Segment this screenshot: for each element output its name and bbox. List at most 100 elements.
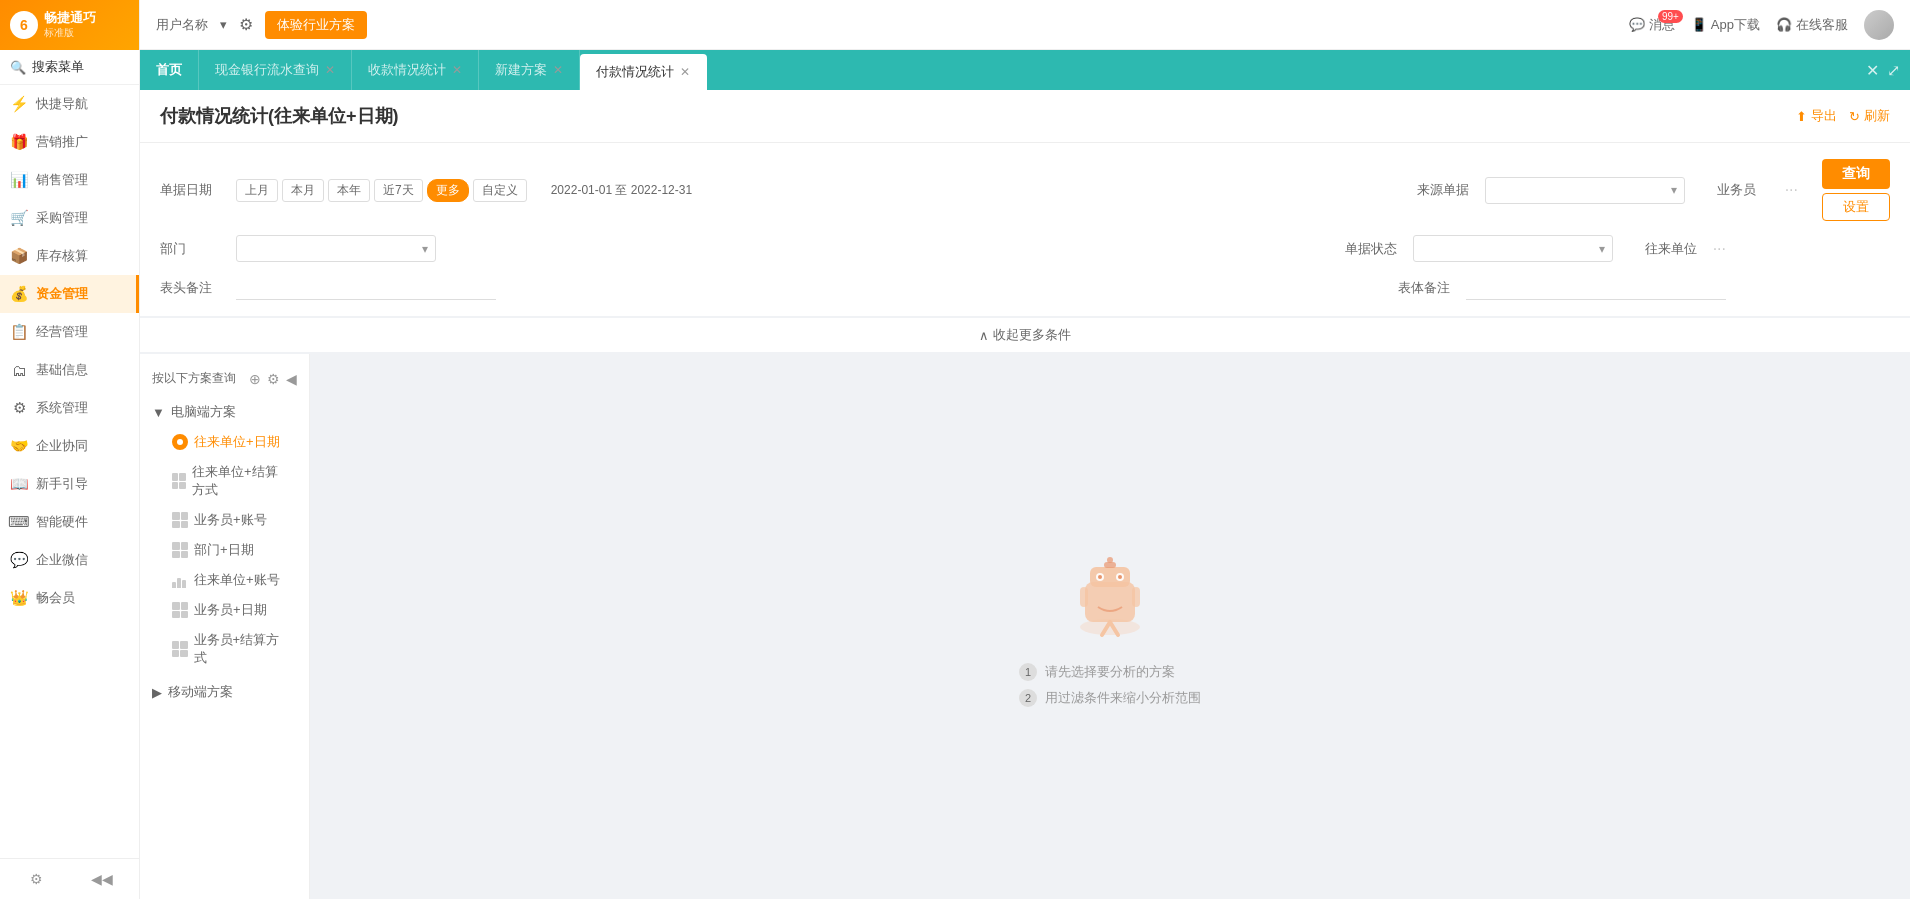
user-avatar[interactable] [1864,10,1894,40]
pc-section-header[interactable]: ▼ 电脑端方案 [152,397,297,427]
custom-btn[interactable]: 自定义 [473,179,527,202]
sidebar-item-purchase[interactable]: 🛒 采购管理 [0,199,139,237]
main-area: 用户名称 ▾ ⚙ 体验行业方案 💬 消息 99+ 📱 App下载 🎧 在线客服 … [140,0,1910,899]
messages-btn[interactable]: 💬 消息 99+ [1629,16,1675,34]
last-7days-btn[interactable]: 近7天 [374,179,423,202]
tab-close-receipts-stats[interactable]: ✕ [452,63,462,77]
tab-receipts-stats[interactable]: 收款情况统计 ✕ [352,50,479,90]
export-btn[interactable]: ⬆ 导出 [1796,107,1837,125]
sidebar-search[interactable]: 🔍 搜索菜单 [0,50,139,85]
sidebar-item-operations[interactable]: 📋 经营管理 [0,313,139,351]
sidebar-icon-sales: 📊 [10,171,28,189]
tab-close-bank-flow[interactable]: ✕ [325,63,335,77]
page-header: 付款情况统计(往来单位+日期) ⬆ 导出 ↻ 刷新 [140,90,1910,143]
empty-tip-2: 2 用过滤条件来缩小分析范围 [1019,689,1201,707]
sidebar-icon-newbie: 📖 [10,475,28,493]
sidebar-label-capital: 资金管理 [36,285,88,303]
tab-label-receipts-stats: 收款情况统计 [368,61,446,79]
date-quick-btns: 上月 本月 本年 近7天 更多 自定义 [236,179,527,202]
sidebar-item-member[interactable]: 👑 畅会员 [0,579,139,617]
sidebar-item-capital[interactable]: 💰 资金管理 [0,275,139,313]
tab-home[interactable]: 首页 [140,50,199,90]
refresh-btn[interactable]: ↻ 刷新 [1849,107,1890,125]
source-select[interactable] [1485,177,1685,204]
trial-button[interactable]: 体验行业方案 [265,11,367,39]
svg-rect-1 [1085,582,1135,622]
sidebar-item-system[interactable]: ⚙ 系统管理 [0,389,139,427]
this-year-btn[interactable]: 本年 [328,179,370,202]
header-remark-label: 表头备注 [160,279,220,297]
tab-bank-flow[interactable]: 现金银行流水查询✕ [199,50,352,90]
scheme-item-partner-date[interactable]: 往来单位+日期 [152,427,297,457]
sidebar-item-sales[interactable]: 📊 销售管理 [0,161,139,199]
this-month-btn[interactable]: 本月 [282,179,324,202]
scheme-item-partner-settlement[interactable]: 往来单位+结算方式 [152,457,297,505]
sidebar-item-quick-nav[interactable]: ⚡ 快捷导航 [0,85,139,123]
scheme-item-partner-account[interactable]: 往来单位+账号 [152,565,297,595]
expand-btn[interactable]: ⤢ [1887,61,1900,80]
add-scheme-btn[interactable]: ⊕ [249,371,261,387]
salesperson-dots[interactable]: ··· [1785,181,1798,199]
scheme-table-icon-2 [172,512,188,528]
sidebar-icon-basic-info: 🗂 [10,361,28,379]
scheme-item-dept-date[interactable]: 部门+日期 [152,535,297,565]
sidebar-icon-operations: 📋 [10,323,28,341]
tabbar: 首页现金银行流水查询✕收款情况统计✕新建方案✕付款情况统计✕ ✕ ⤢ [140,50,1910,90]
sidebar-item-basic-info[interactable]: 🗂 基础信息 [0,351,139,389]
content-area: 付款情况统计(往来单位+日期) ⬆ 导出 ↻ 刷新 单据日期 上月 本月 [140,90,1910,899]
sidebar-collapse-btn[interactable]: ◀◀ [74,867,132,891]
svg-point-8 [1107,557,1113,563]
collapse-btn[interactable]: ∧ 收起更多条件 [979,326,1071,344]
sidebar-item-wechat[interactable]: 💬 企业微信 [0,541,139,579]
app-download-btn[interactable]: 📱 App下载 [1691,16,1760,34]
sidebar-item-hardware[interactable]: ⌨ 智能硬件 [0,503,139,541]
topbar-settings-icon[interactable]: ⚙ [239,15,253,34]
scheme-partner-settlement-label: 往来单位+结算方式 [192,463,289,499]
tab-close-payment-stats[interactable]: ✕ [680,65,690,79]
close-all-tabs-btn[interactable]: ✕ [1866,61,1879,80]
sidebar-label-wechat: 企业微信 [36,551,88,569]
collapse-row: ∧ 收起更多条件 [140,318,1910,354]
topbar-dropdown-arrow[interactable]: ▾ [220,17,227,32]
scheme-settings-btn[interactable]: ⚙ [267,371,280,387]
scheme-item-salesperson-account[interactable]: 业务员+账号 [152,505,297,535]
svg-rect-9 [1080,587,1088,607]
header-remark-input[interactable] [236,276,496,300]
sidebar-item-newbie[interactable]: 📖 新手引导 [0,465,139,503]
sidebar-icon-marketing: 🎁 [10,133,28,151]
sidebar-item-marketing[interactable]: 🎁 营销推广 [0,123,139,161]
online-service-btn[interactable]: 🎧 在线客服 [1776,16,1848,34]
mobile-section-collapse-icon: ▶ [152,685,162,700]
sidebar-bottom: ⚙ ◀◀ [0,858,139,899]
filter-settings-btn[interactable]: 设置 [1822,193,1890,221]
tab-close-new-scheme[interactable]: ✕ [553,63,563,77]
sidebar-settings-btn[interactable]: ⚙ [8,867,66,891]
refresh-icon: ↻ [1849,109,1860,124]
scheme-item-salesperson-date[interactable]: 业务员+日期 [152,595,297,625]
sidebar-label-hardware: 智能硬件 [36,513,88,531]
voucher-status-select[interactable] [1413,235,1613,262]
filter-panel: 单据日期 上月 本月 本年 近7天 更多 自定义 2022-01-01 至 20… [140,143,1910,318]
sidebar-item-enterprise[interactable]: 🤝 企业协同 [0,427,139,465]
sidebar-item-inventory[interactable]: 📦 库存核算 [0,237,139,275]
tab-new-scheme[interactable]: 新建方案✕ [479,50,580,90]
mobile-section-header[interactable]: ▶ 移动端方案 [140,677,309,707]
scheme-item-salesperson-settlement[interactable]: 业务员+结算方式 [152,625,297,673]
date-label: 单据日期 [160,181,220,199]
svg-rect-10 [1132,587,1140,607]
sidebar-icon-quick-nav: ⚡ [10,95,28,113]
sidebar-label-newbie: 新手引导 [36,475,88,493]
dept-label: 部门 [160,240,220,258]
body-remark-input[interactable] [1466,276,1726,300]
sidebar-label-basic-info: 基础信息 [36,361,88,379]
dept-select[interactable] [236,235,436,262]
last-month-btn[interactable]: 上月 [236,179,278,202]
partner-dots[interactable]: ··· [1713,240,1726,258]
query-btn[interactable]: 查询 [1822,159,1890,189]
collapse-panel-btn[interactable]: ◀ [286,371,297,387]
more-btn[interactable]: 更多 [427,179,469,202]
sidebar-label-sales: 销售管理 [36,171,88,189]
collapse-icon: ∧ [979,328,989,343]
topbar-user: 用户名称 [156,16,208,34]
tab-payment-stats[interactable]: 付款情况统计✕ [580,54,707,90]
